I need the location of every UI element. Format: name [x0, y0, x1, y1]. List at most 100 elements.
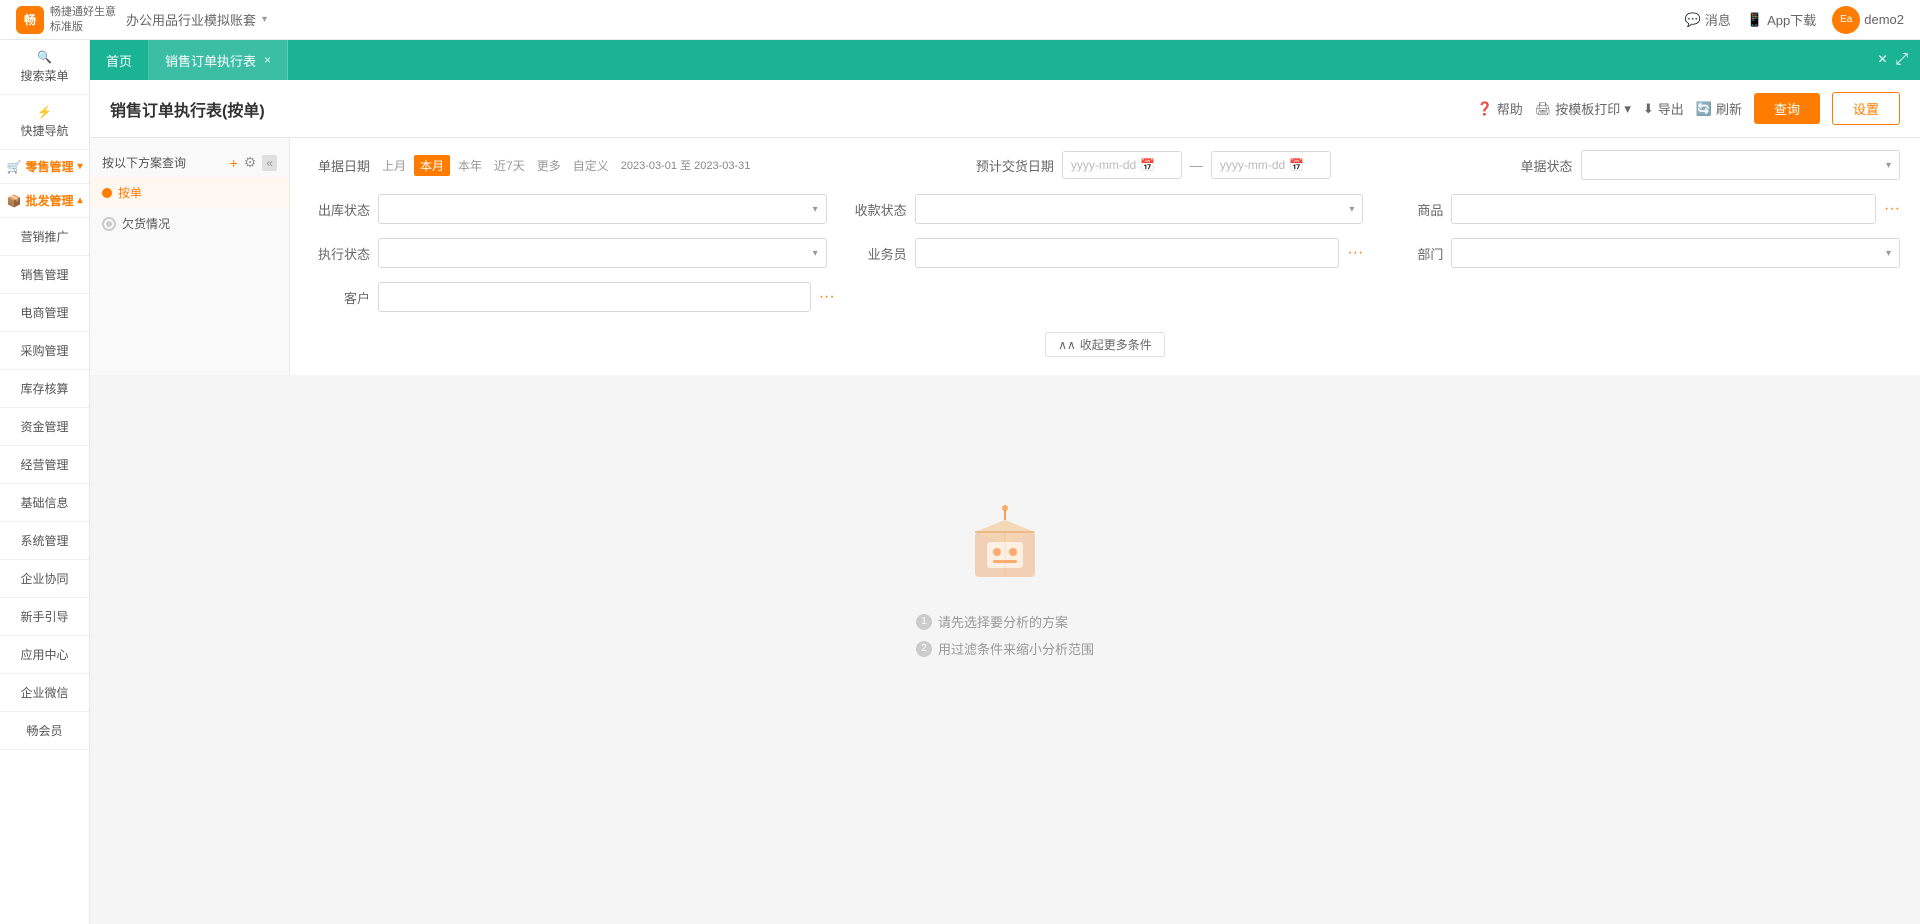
main-layout: 🔍 搜索菜单 ⚡ 快捷导航 🛒 零售管理 ▾ 📦 批发管理 ▴ 营销推广 销售管…	[0, 40, 1920, 924]
delivery-status-select[interactable]: ▾	[378, 194, 827, 224]
department-arrow-icon: ▾	[1886, 248, 1891, 259]
filter-collapse-row: ∧∧ 收起更多条件	[310, 326, 1900, 363]
sidebar: 🔍 搜索菜单 ⚡ 快捷导航 🛒 零售管理 ▾ 📦 批发管理 ▴ 营销推广 销售管…	[0, 40, 90, 924]
scheme-dot-order	[102, 188, 112, 198]
exec-status-arrow-icon: ▾	[813, 248, 818, 259]
scheme-dot-debt	[102, 217, 116, 231]
refresh-icon: 🔄	[1696, 101, 1712, 117]
date-tab-this-month[interactable]: 本月	[414, 155, 450, 176]
expected-date-end[interactable]: yyyy-mm-dd 📅	[1211, 151, 1331, 179]
payment-status-select[interactable]: ▾	[915, 194, 1364, 224]
sidebar-item-sales[interactable]: 销售管理	[0, 256, 89, 294]
scheme-item-order[interactable]: 按单	[90, 177, 289, 208]
sidebar-item-basic[interactable]: 基础信息	[0, 484, 89, 522]
logo-area: 畅 畅捷通好生意 标准版	[16, 5, 116, 34]
close-window-button[interactable]: ×	[1878, 51, 1887, 69]
sidebar-item-purchase[interactable]: 采购管理	[0, 332, 89, 370]
filter-group-delivery: 出库状态 ▾	[310, 194, 827, 224]
empty-steps: 1 请先选择要分析的方案 2 用过滤条件来缩小分析范围	[916, 612, 1094, 658]
scheme-settings-button[interactable]: ⚙	[244, 154, 257, 171]
sidebar-item-marketing[interactable]: 营销推广	[0, 218, 89, 256]
sidebar-item-appcenter[interactable]: 应用中心	[0, 636, 89, 674]
message-button[interactable]: 💬 消息	[1685, 10, 1731, 29]
date-tab-custom[interactable]: 自定义	[569, 155, 613, 176]
breadcrumb-dropdown-icon[interactable]: ▾	[262, 14, 267, 25]
export-icon: ⬇	[1643, 101, 1654, 117]
filter-row-3: 执行状态 ▾ 业务员 ··· 部门	[310, 238, 1900, 268]
query-button[interactable]: 查询	[1754, 93, 1820, 124]
collapse-up-icon: ∧∧	[1058, 338, 1076, 352]
sidebar-item-search[interactable]: 🔍 搜索菜单	[0, 40, 89, 95]
date-range-separator: —	[1190, 158, 1203, 173]
content-area: 首页 销售订单执行表 × × ⤢ 销售订单执行表(按单) ❓ 帮助	[90, 40, 1920, 924]
expected-date-label: 预计交货日期	[976, 156, 1054, 175]
date-tab-7days[interactable]: 近7天	[490, 155, 529, 176]
app-download-button[interactable]: 📱 App下载	[1747, 10, 1816, 29]
filter-group-department: 部门 ▾	[1383, 238, 1900, 268]
goods-more-icon[interactable]: ···	[1884, 200, 1900, 218]
sidebar-item-finance[interactable]: 资金管理	[0, 408, 89, 446]
print-button[interactable]: 🖨 按模板打印 ▾	[1535, 99, 1631, 118]
collapse-filter-button[interactable]: ∧∧ 收起更多条件	[1045, 332, 1165, 357]
sidebar-item-ecommerce[interactable]: 电商管理	[0, 294, 89, 332]
customer-more-icon[interactable]: ···	[819, 288, 835, 306]
expand-window-button[interactable]: ⤢	[1895, 51, 1908, 69]
help-button[interactable]: ❓ 帮助	[1477, 99, 1523, 118]
sidebar-item-enterprise[interactable]: 企业协同	[0, 560, 89, 598]
sidebar-item-wholesale[interactable]: 📦 批发管理 ▴	[0, 184, 89, 218]
top-bar-left: 畅 畅捷通好生意 标准版 办公用品行业模拟账套 ▾	[16, 5, 267, 34]
filter-row-4: 客户 ···	[310, 282, 1900, 312]
refresh-button[interactable]: 🔄 刷新	[1696, 99, 1742, 118]
department-select[interactable]: ▾	[1451, 238, 1900, 268]
filter-date-tabs: 上月 本月 本年 近7天 更多 自定义	[378, 155, 613, 176]
sidebar-item-inventory[interactable]: 库存核算	[0, 370, 89, 408]
filter-scheme-panel: 按以下方案查询 + ⚙ « 按单	[90, 138, 290, 375]
calendar-start-icon: 📅	[1140, 158, 1155, 172]
avatar: Ea	[1832, 6, 1860, 34]
exec-status-select[interactable]: ▾	[378, 238, 827, 268]
date-tab-more[interactable]: 更多	[533, 155, 565, 176]
payment-status-label: 收款状态	[847, 200, 907, 219]
date-tab-last-month[interactable]: 上月	[378, 155, 410, 176]
search-icon: 🔍	[37, 50, 52, 64]
collapse-scheme-button[interactable]: «	[262, 155, 277, 171]
order-status-label: 单据状态	[1513, 156, 1573, 175]
add-scheme-button[interactable]: +	[230, 155, 238, 171]
filter-row-2: 出库状态 ▾ 收款状态 ▾	[310, 194, 1900, 224]
order-status-select[interactable]: ▾	[1581, 150, 1901, 180]
filter-scheme-header: 按以下方案查询 + ⚙ «	[90, 148, 289, 177]
export-button[interactable]: ⬇ 导出	[1643, 99, 1684, 118]
goods-input[interactable]	[1451, 194, 1876, 224]
tab-close-icon[interactable]: ×	[264, 53, 271, 67]
page-content: 销售订单执行表(按单) ❓ 帮助 🖨 按模板打印 ▾ ⬇ 导出	[90, 80, 1920, 924]
help-icon: ❓	[1477, 101, 1493, 117]
sidebar-item-guide[interactable]: 新手引导	[0, 598, 89, 636]
tab-bar-actions: × ⤢	[1878, 51, 1920, 69]
sidebar-item-wechat[interactable]: 企业微信	[0, 674, 89, 712]
date-tab-this-year[interactable]: 本年	[454, 155, 486, 176]
expected-date-start[interactable]: yyyy-mm-dd 📅	[1062, 151, 1182, 179]
scheme-dot-debt-inner	[106, 221, 112, 227]
scheme-item-debt[interactable]: 欠货情况	[90, 208, 289, 239]
salesperson-input[interactable]	[915, 238, 1340, 268]
settings-button[interactable]: 设置	[1832, 92, 1900, 125]
user-menu[interactable]: Ea demo2	[1832, 6, 1904, 34]
filter-right: 单据日期 上月 本月 本年 近7天 更多 自定义 2023-03-01 至 20…	[290, 138, 1920, 375]
calendar-end-icon: 📅	[1289, 158, 1304, 172]
tab-sales-order[interactable]: 销售订单执行表 ×	[149, 40, 288, 80]
sidebar-item-retail[interactable]: 🛒 零售管理 ▾	[0, 150, 89, 184]
delivery-status-arrow-icon: ▾	[813, 204, 818, 215]
salesperson-more-icon[interactable]: ···	[1347, 244, 1363, 262]
date-range-text: 2023-03-01 至 2023-03-31	[621, 157, 751, 173]
customer-input[interactable]	[378, 282, 811, 312]
filter-group-customer: 客户 ···	[310, 282, 835, 312]
breadcrumb: 办公用品行业模拟账套 ▾	[126, 10, 267, 29]
tab-home[interactable]: 首页	[90, 40, 149, 80]
sidebar-item-operation[interactable]: 经营管理	[0, 446, 89, 484]
filter-group-order-date: 单据日期 上月 本月 本年 近7天 更多 自定义 2023-03-01 至 20…	[310, 155, 956, 176]
filter-group-goods: 商品 ···	[1383, 194, 1900, 224]
sidebar-item-quicknav[interactable]: ⚡ 快捷导航	[0, 95, 89, 150]
filter-group-order-status: 单据状态 ▾	[1513, 150, 1901, 180]
sidebar-item-system[interactable]: 系统管理	[0, 522, 89, 560]
sidebar-item-member[interactable]: 畅会员	[0, 712, 89, 750]
